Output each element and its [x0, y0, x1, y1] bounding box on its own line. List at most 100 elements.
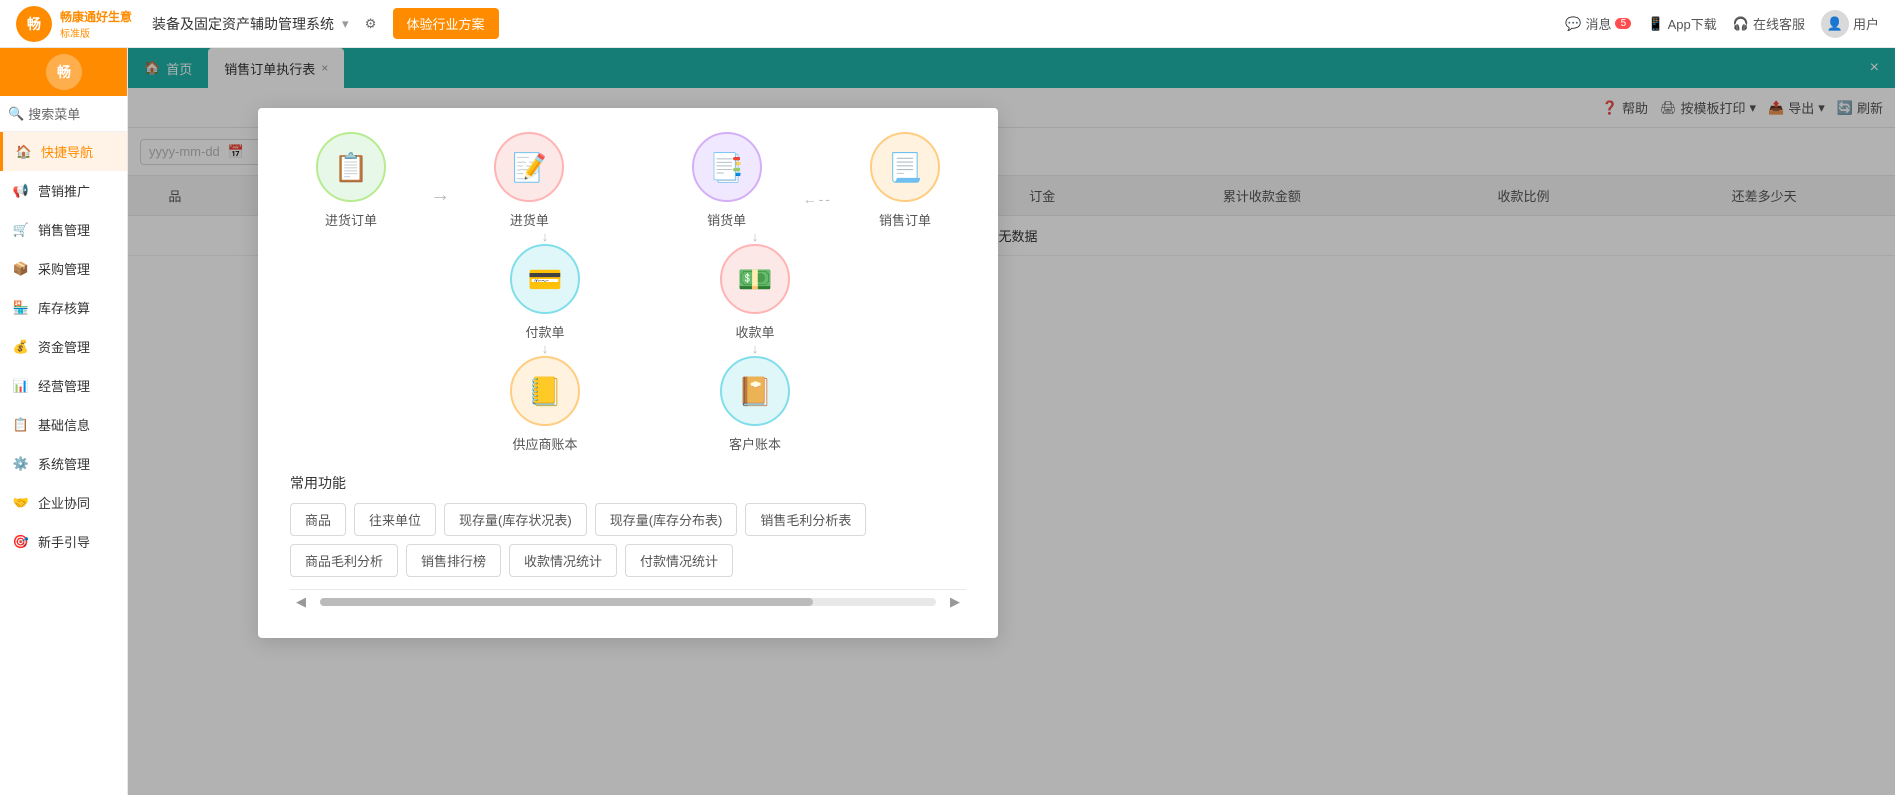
dropdown-icon[interactable]: ▾: [342, 16, 349, 32]
flow-circle-purchase: 📝: [494, 132, 564, 202]
service-icon: 🎧: [1733, 16, 1749, 32]
flow-item-customer-ledger[interactable]: 📔 客户账本: [690, 356, 820, 453]
sale-label: 销货单: [707, 210, 746, 229]
sidebar-icon-quick-nav: 🏠: [15, 143, 33, 161]
flow-item-receipt[interactable]: 💵 收款单: [690, 244, 820, 341]
common-functions-section: 常用功能 商品往来单位现存量(库存状况表)现存量(库存分布表)销售毛利分析表商品…: [290, 473, 966, 577]
common-btn-商品毛利分析[interactable]: 商品毛利分析: [290, 544, 398, 577]
sidebar-label-operations: 经营管理: [38, 376, 90, 395]
common-btn-现存量库存状况表[interactable]: 现存量(库存状况表): [444, 503, 587, 536]
arrow-sale-order-to-sale: ← - -: [788, 191, 844, 229]
sale-order-icon: 📃: [888, 151, 923, 184]
payment-icon: 💳: [528, 263, 563, 296]
flow-circle-sale-order: 📃: [870, 132, 940, 202]
supplier-ledger-icon: 📒: [528, 375, 563, 408]
sidebar-item-operations[interactable]: 📊 经营管理: [0, 366, 127, 405]
sidebar-item-purchase[interactable]: 📦采购管理: [0, 249, 127, 288]
sale-icon: 📑: [709, 151, 744, 184]
sidebar-icon-enterprise: 🤝: [12, 494, 30, 512]
common-btn-销售毛利分析表[interactable]: 销售毛利分析表: [745, 503, 866, 536]
common-btn-收款情况统计[interactable]: 收款情况统计: [509, 544, 617, 577]
common-btn-付款情况统计[interactable]: 付款情况统计: [625, 544, 733, 577]
top-bar: 畅 畅康通好生意 标准版 装备及固定资产辅助管理系统 ▾ ⚙ 体验行业方案 💬 …: [0, 0, 1895, 48]
message-icon: 💬: [1565, 16, 1581, 32]
app-title: 装备及固定资产辅助管理系统: [152, 14, 334, 34]
main-area: 畅 🔍 搜索菜单 🏠快捷导航📢营销推广🛒销售管理📦采购管理🏪库存核算💰资金管理📊…: [0, 48, 1895, 795]
top-right-actions: 💬 消息 5 📱 App下载 🎧 在线客服 👤 用户: [1565, 10, 1879, 38]
customer-ledger-icon: 📔: [738, 375, 773, 408]
flow-item-purchase[interactable]: 📝 进货单: [468, 132, 590, 229]
scroll-track[interactable]: [320, 598, 936, 606]
sidebar-item-inventory[interactable]: 🏪库存核算: [0, 288, 127, 327]
sidebar: 畅 🔍 搜索菜单 🏠快捷导航📢营销推广🛒销售管理📦采购管理🏪库存核算💰资金管理📊…: [0, 48, 128, 795]
flow-circle-payment: 💳: [510, 244, 580, 314]
sidebar-item-enterprise[interactable]: 🤝 企业协同: [0, 483, 127, 522]
flow-item-sale-order[interactable]: 📃 销售订单: [844, 132, 966, 229]
flow-item-purchase-order[interactable]: 📋 进货订单: [290, 132, 412, 229]
spacer3: [420, 229, 480, 244]
scroll-left[interactable]: ◀: [290, 594, 312, 610]
arrow-purchase-order-to-purchase: →: [412, 184, 468, 229]
common-btn-现存量库存分布表[interactable]: 现存量(库存分布表): [595, 503, 738, 536]
sidebar-icon-basic: 📋: [12, 416, 30, 434]
sidebar-icon-marketing: 📢: [12, 182, 30, 200]
common-btn-往来单位[interactable]: 往来单位: [354, 503, 436, 536]
sidebar-label-finance: 资金管理: [38, 337, 90, 356]
download-icon: 📱: [1647, 16, 1663, 32]
flow-item-supplier-ledger[interactable]: 📒 供应商账本: [480, 356, 610, 453]
modal-overlay[interactable]: 📋 进货订单 → 📝: [128, 48, 1895, 795]
flow-circle-customer-ledger: 📔: [720, 356, 790, 426]
search-menu[interactable]: 🔍 搜索菜单: [0, 96, 127, 132]
common-btn-商品[interactable]: 商品: [290, 503, 346, 536]
logo-area: 畅 畅康通好生意 标准版: [16, 6, 136, 42]
sidebar-logo: 畅: [0, 48, 127, 96]
sidebar-label-enterprise: 企业协同: [38, 493, 90, 512]
receipt-label: 收款单: [735, 322, 774, 341]
sidebar-item-guide[interactable]: 🎯 新手引导: [0, 522, 127, 561]
message-button[interactable]: 💬 消息 5: [1565, 14, 1631, 33]
search-icon: 🔍: [8, 106, 24, 122]
sidebar-item-system[interactable]: ⚙️系统管理: [0, 444, 127, 483]
spacer2: [290, 229, 420, 244]
purchase-order-icon: 📋: [334, 151, 369, 184]
sidebar-icon-guide: 🎯: [12, 533, 30, 551]
sidebar-items: 🏠 快捷导航 📢营销推广🛒销售管理📦采购管理🏪库存核算💰资金管理 📊 经营管理 📋基础信息…: [0, 132, 127, 561]
sidebar-icon-sales: 🛒: [12, 221, 30, 239]
sidebar-label-quick-nav: 快捷导航: [41, 142, 93, 161]
quick-nav-modal: 📋 进货订单 → 📝: [258, 108, 998, 638]
common-btn-销售排行榜[interactable]: 销售排行榜: [406, 544, 501, 577]
purchase-order-label: 进货订单: [325, 210, 377, 229]
sidebar-icon-operations: 📊: [12, 377, 30, 395]
scroll-area: ◀ ▶: [290, 589, 966, 614]
sidebar-label-system: 系统管理: [38, 454, 90, 473]
supplier-ledger-label: 供应商账本: [512, 434, 577, 453]
content-area: 🏠 首页 销售订单执行表 × × ❓ 帮助 🖨 按模板打印: [128, 48, 1895, 795]
sidebar-item-finance[interactable]: 💰资金管理: [0, 327, 127, 366]
arrow-down-sale: ↓: [690, 229, 820, 244]
gear-button[interactable]: ⚙: [357, 10, 385, 38]
scroll-thumb: [320, 598, 813, 606]
arrow-down-payment: ↓: [480, 341, 610, 356]
flow-item-payment[interactable]: 💳 付款单: [480, 244, 610, 341]
purchase-label: 进货单: [510, 210, 549, 229]
sidebar-item-marketing[interactable]: 📢营销推广: [0, 171, 127, 210]
sidebar-item-basic[interactable]: 📋基础信息: [0, 405, 127, 444]
modal-content: 📋 进货订单 → 📝: [258, 108, 998, 638]
app-download-button[interactable]: 📱 App下载: [1647, 14, 1716, 33]
flow-item-sale[interactable]: 📑 销货单: [666, 132, 788, 229]
sidebar-item-sales[interactable]: 🛒销售管理: [0, 210, 127, 249]
logo-icon: 畅: [16, 6, 52, 42]
app-wrapper: 畅 畅康通好生意 标准版 装备及固定资产辅助管理系统 ▾ ⚙ 体验行业方案 💬 …: [0, 0, 1895, 795]
user-menu[interactable]: 👤 用户: [1821, 10, 1879, 38]
sidebar-item-quick-nav[interactable]: 🏠 快捷导航: [0, 132, 127, 171]
message-badge: 5: [1615, 18, 1631, 29]
online-service-button[interactable]: 🎧 在线客服: [1733, 14, 1805, 33]
app-title-area: 装备及固定资产辅助管理系统 ▾ ⚙ 体验行业方案: [152, 8, 1565, 39]
flow-section: 📋 进货订单 → 📝: [290, 132, 966, 453]
scroll-right[interactable]: ▶: [944, 594, 966, 610]
svg-text:畅: 畅: [27, 16, 41, 32]
arrow-down-receipt: ↓: [690, 341, 820, 356]
sidebar-label-guide: 新手引导: [38, 532, 90, 551]
flow-circle-sale: 📑: [692, 132, 762, 202]
experience-button[interactable]: 体验行业方案: [393, 8, 499, 39]
